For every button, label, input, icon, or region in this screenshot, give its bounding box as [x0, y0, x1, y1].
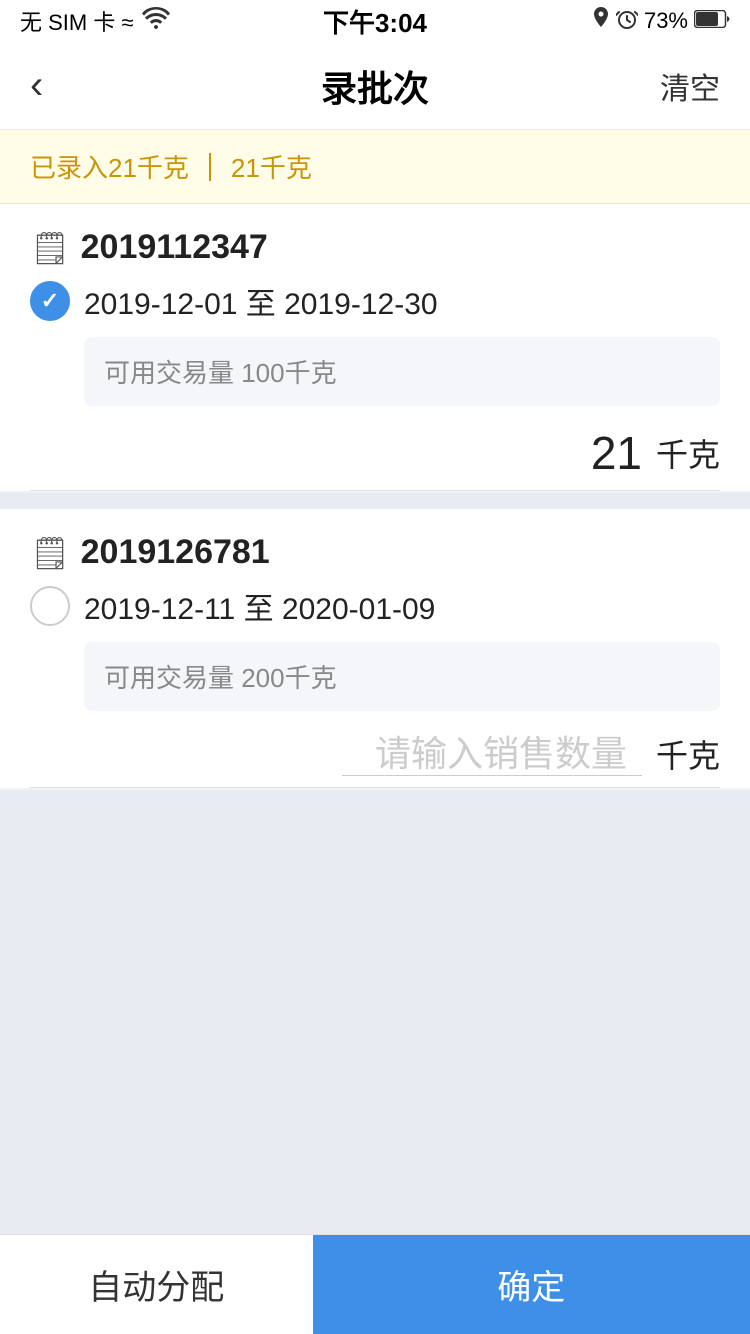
- batch2-quantity-input[interactable]: [342, 733, 642, 776]
- batch1-amount-unit: 千克: [656, 430, 720, 476]
- info-divider: [209, 153, 211, 181]
- battery-percent: 73%: [644, 8, 688, 34]
- clear-button[interactable]: 清空: [660, 64, 720, 108]
- batch1-divider: [30, 490, 720, 491]
- status-right: 73%: [592, 7, 730, 35]
- wifi-icon: [142, 7, 170, 35]
- batch1-amount-value: 21: [591, 426, 642, 480]
- batch1-card: 🗒 2019112347 2019-12-01 至 2019-12-30 可用交…: [0, 204, 750, 491]
- batch1-row[interactable]: 2019-12-01 至 2019-12-30: [30, 279, 720, 323]
- info-value: 21千克: [231, 148, 312, 185]
- gray-area: [0, 790, 750, 1250]
- batch2-card: 🗒 2019126781 2019-12-11 至 2020-01-09 可用交…: [0, 509, 750, 788]
- batch1-doc-icon: 🗒: [30, 229, 71, 267]
- section-gap-1: [0, 493, 750, 509]
- batch2-row[interactable]: 2019-12-11 至 2020-01-09: [30, 584, 720, 628]
- batch1-id: 2019112347: [81, 228, 268, 267]
- info-label: 已录入21千克: [30, 148, 189, 185]
- info-bar: 已录入21千克 21千克: [0, 130, 750, 204]
- batch2-id: 2019126781: [81, 533, 270, 572]
- location-icon: [592, 7, 610, 35]
- batch2-radio[interactable]: [30, 586, 70, 626]
- batch1-header: 🗒 2019112347: [30, 228, 720, 267]
- batch2-doc-icon: 🗒: [30, 534, 71, 572]
- sim-label: 无 SIM 卡 ≈: [20, 5, 134, 37]
- batch2-divider: [30, 787, 720, 788]
- nav-bar: ‹ 录批次 清空: [0, 42, 750, 130]
- batch1-amount-row: 21 千克: [0, 406, 750, 490]
- batch1-avail: 可用交易量 100千克: [84, 337, 720, 406]
- batch2-header: 🗒 2019126781: [30, 533, 720, 572]
- status-bar: 无 SIM 卡 ≈ 下午3:04 73%: [0, 0, 750, 42]
- batch2-amount-unit: 千克: [656, 731, 720, 777]
- batch1-date-range: 2019-12-01 至 2019-12-30: [84, 279, 438, 323]
- auto-distribute-button[interactable]: 自动分配: [0, 1235, 313, 1334]
- status-time: 下午3:04: [323, 3, 427, 40]
- alarm-icon: [616, 7, 638, 35]
- back-button[interactable]: ‹: [30, 63, 43, 108]
- status-left: 无 SIM 卡 ≈: [20, 5, 170, 37]
- batch1-radio[interactable]: [30, 281, 70, 321]
- batch2-amount-row: 千克: [0, 711, 750, 787]
- batch2-date-range: 2019-12-11 至 2020-01-09: [84, 584, 435, 628]
- bottom-bar: 自动分配 确定: [0, 1234, 750, 1334]
- battery-icon: [694, 8, 730, 34]
- confirm-button[interactable]: 确定: [313, 1235, 750, 1334]
- page-title: 录批次: [321, 60, 429, 112]
- batch2-avail: 可用交易量 200千克: [84, 642, 720, 711]
